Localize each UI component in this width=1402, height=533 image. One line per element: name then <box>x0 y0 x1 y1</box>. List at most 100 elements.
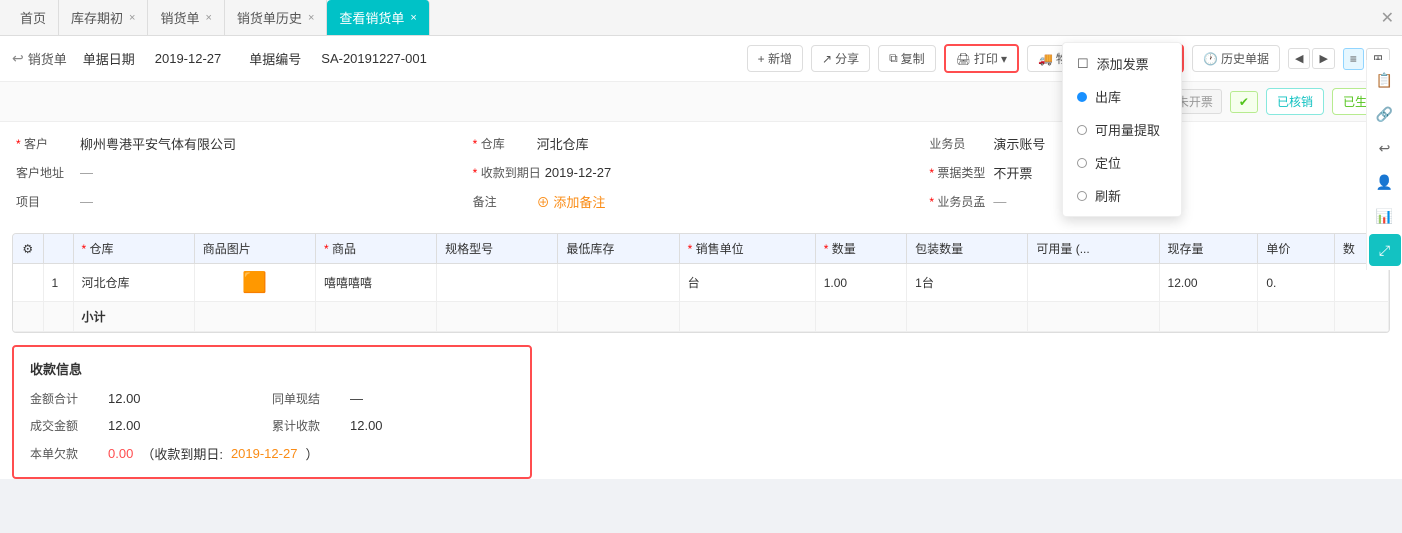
ticket-type-label: 票据类型 <box>929 164 989 181</box>
subtotal-qty <box>815 302 906 332</box>
sales-unit-col-header: 销售单位 <box>679 234 815 264</box>
seq-col-header <box>43 234 73 264</box>
ship-out-item[interactable]: 出库 <box>1063 80 1181 113</box>
row-current-stock: 12.00 <box>1159 264 1258 302</box>
check-icon-btn[interactable]: ✔ <box>1230 91 1258 113</box>
payment-date-value: 2019-12-27 <box>541 165 616 180</box>
plus-icon: ⊕ <box>537 195 550 210</box>
note-label: 备注 <box>473 193 533 210</box>
doc-header: ↩ 销货单 单据日期 2019-12-27 单据编号 SA-20191227-0… <box>0 36 1402 82</box>
address-label: 客户地址 <box>16 164 76 181</box>
available-qty-label: 可用量提取 <box>1095 120 1160 139</box>
row-product: 嘻嘻嘻嘻 <box>315 264 436 302</box>
close-sales-tab[interactable]: × <box>205 12 211 24</box>
warehouse-field: 仓库 河北仓库 <box>473 134 930 153</box>
payment-date-label: 收款到期日 <box>473 164 541 181</box>
prev-arrow[interactable]: ◀ <box>1288 48 1310 69</box>
radio-empty-icon2 <box>1077 158 1087 168</box>
subtotal-stock <box>1159 302 1258 332</box>
table-row: 1 河北仓库 🟧 嘻嘻嘻嘻 台 1.00 1台 12.00 0. <box>13 264 1389 302</box>
ticket-type-value: 不开票 <box>989 163 1036 182</box>
owed-label: 本单欠款 <box>30 445 100 462</box>
history-icon: 🕐 <box>1203 52 1218 66</box>
locate-item[interactable]: 定位 <box>1063 146 1181 179</box>
tab-sales-history[interactable]: 销货单历史 × <box>225 0 327 35</box>
sidebar-icon-3[interactable]: ↩ <box>1369 132 1401 164</box>
row-pack-qty: 1台 <box>907 264 1028 302</box>
close-inventory-tab[interactable]: × <box>129 12 135 24</box>
row-spec <box>437 264 558 302</box>
close-history-tab[interactable]: × <box>308 12 314 24</box>
sales-staff-label: 业务员孟 <box>929 193 989 210</box>
add-invoice-item[interactable]: ☐ 添加发票 <box>1063 47 1181 80</box>
address-field: 客户地址 — <box>16 164 473 181</box>
print-dropdown-arrow: ▾ <box>1001 52 1007 66</box>
product-table-container: ⚙ 仓库 商品图片 商品 规格型号 最低库存 销售单位 数量 包装数量 可用量 … <box>12 233 1390 333</box>
staff-label: 业务员 <box>929 135 989 152</box>
pack-qty-col-header: 包装数量 <box>907 234 1028 264</box>
radio-empty-icon3 <box>1077 191 1087 201</box>
available-qty-item[interactable]: 可用量提取 <box>1063 113 1181 146</box>
row-unit-price: 0. <box>1258 264 1334 302</box>
refresh-label: 刷新 <box>1095 186 1121 205</box>
close-view-sales-tab[interactable]: × <box>410 12 416 24</box>
list-view-button[interactable]: ≡ <box>1343 48 1364 70</box>
copy-icon: ⧉ <box>889 51 898 66</box>
project-label: 项目 <box>16 193 76 210</box>
warehouse-label: 仓库 <box>473 135 533 152</box>
warehouse-value: 河北仓库 <box>533 134 593 153</box>
right-sidebar: 📋 🔗 ↩ 👤 📊 ⤢ <box>1366 60 1402 270</box>
date-label: 单据日期 <box>83 49 135 68</box>
close-window-button[interactable]: ✕ <box>1381 8 1394 28</box>
add-note-button[interactable]: ⊕ 添加备注 <box>533 192 610 211</box>
address-value: — <box>76 165 97 180</box>
row-warehouse: 河北仓库 <box>73 264 194 302</box>
subtotal-warehouse: 小计 <box>73 302 194 332</box>
date-value: 2019-12-27 <box>155 51 222 66</box>
number-value: SA-20191227-001 <box>321 51 427 66</box>
form-area: 客户 柳州粤港平安气体有限公司 仓库 河北仓库 业务员 演示账号 客户地址 — … <box>0 122 1402 233</box>
current-stock-col-header: 现存量 <box>1159 234 1258 264</box>
subtotal-unit <box>679 302 815 332</box>
main-area: ↩ 销货单 单据日期 2019-12-27 单据编号 SA-20191227-0… <box>0 36 1402 479</box>
row-gear <box>13 264 43 302</box>
sidebar-icon-4[interactable]: 👤 <box>1369 166 1401 198</box>
radio-selected-icon <box>1077 92 1087 102</box>
history-button[interactable]: 🕐 历史单据 <box>1192 45 1280 72</box>
sold-out-button[interactable]: 已核销 <box>1266 88 1324 115</box>
share-button[interactable]: ↗ 分享 <box>811 45 870 72</box>
sidebar-icon-5[interactable]: 📊 <box>1369 200 1401 232</box>
copy-button[interactable]: ⧉ 复制 <box>878 45 936 72</box>
gear-col-header: ⚙ <box>13 234 43 264</box>
sidebar-icon-1[interactable]: 📋 <box>1369 64 1401 96</box>
subtotal-pack <box>907 302 1028 332</box>
tab-home[interactable]: 首页 <box>8 0 59 35</box>
tab-bar: 首页 库存期初 × 销货单 × 销货单历史 × 查看销货单 × ✕ <box>0 0 1402 36</box>
total-amount-row: 金额合计 12.00 <box>30 388 272 409</box>
number-label: 单据编号 <box>249 49 301 68</box>
refresh-item[interactable]: 刷新 <box>1063 179 1181 212</box>
print-button[interactable]: 🖨 打印 ▾ <box>944 44 1019 73</box>
subtotal-spec <box>437 302 558 332</box>
project-field: 项目 — <box>16 193 473 210</box>
locate-label: 定位 <box>1095 153 1121 172</box>
new-button[interactable]: + 新增 <box>747 45 803 72</box>
product-col-header: 商品 <box>315 234 436 264</box>
ship-out-label: 出库 <box>1095 87 1121 106</box>
tab-view-sales[interactable]: 查看销货单 × <box>327 0 429 35</box>
tab-inventory-init[interactable]: 库存期初 × <box>59 0 148 35</box>
product-img-col-header: 商品图片 <box>194 234 315 264</box>
qty-col-header: 数量 <box>815 234 906 264</box>
subtotal-avail <box>1028 302 1159 332</box>
warehouse-col-header: 仓库 <box>73 234 194 264</box>
payment-title: 收款信息 <box>30 359 514 378</box>
tab-sales-order[interactable]: 销货单 × <box>148 0 224 35</box>
subtotal-product <box>315 302 436 332</box>
row-qty: 1.00 <box>815 264 906 302</box>
transaction-row: 成交金额 12.00 <box>30 415 272 436</box>
total-amount-label: 金额合计 <box>30 390 100 407</box>
row-product-img: 🟧 <box>194 264 315 302</box>
next-arrow[interactable]: ▶ <box>1312 48 1334 69</box>
sidebar-icon-2[interactable]: 🔗 <box>1369 98 1401 130</box>
sidebar-icon-6[interactable]: ⤢ <box>1369 234 1401 266</box>
